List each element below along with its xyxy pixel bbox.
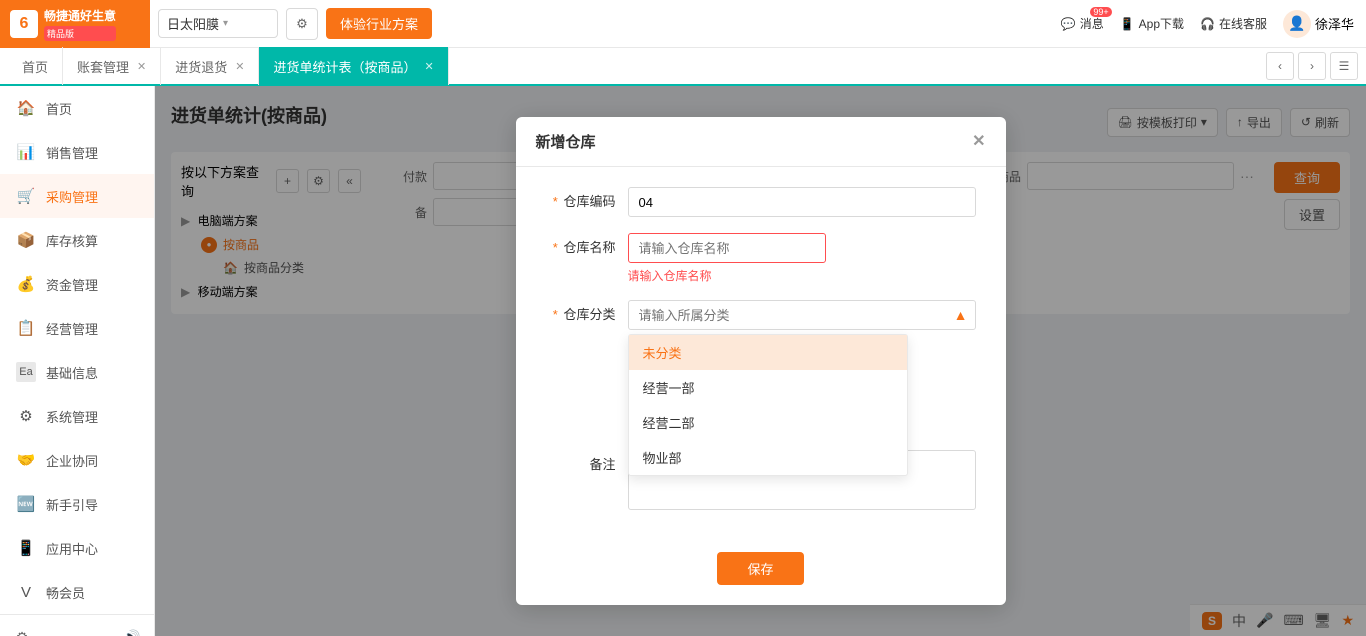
- finance-icon: 💰: [16, 274, 36, 294]
- code-form-row: * 仓库编码: [546, 187, 976, 217]
- tab-close-purchase-stats[interactable]: ✕: [425, 60, 434, 73]
- category-form-row: * 仓库分类 ▲ 未分类 经营一部 经营二部 物业部: [546, 300, 976, 330]
- basic-info-icon: Ea: [16, 362, 36, 382]
- sidebar-item-purchase[interactable]: 🛒 采购管理: [0, 174, 154, 218]
- logo-icon: 6: [10, 10, 38, 38]
- message-button[interactable]: 💬 99+ 消息: [1061, 15, 1104, 32]
- sidebar-item-operations[interactable]: 📋 经营管理: [0, 306, 154, 350]
- logo-text: 畅捷通好生意 精品版: [44, 7, 116, 41]
- category-dropdown: 未分类 经营一部 经营二部 物业部: [628, 334, 908, 476]
- vip-icon: V: [16, 582, 36, 602]
- guide-icon: 🆕: [16, 494, 36, 514]
- dropdown-item-ops1[interactable]: 经营一部: [629, 370, 907, 405]
- gear-button[interactable]: ⚙: [286, 8, 318, 40]
- category-input[interactable]: [628, 300, 976, 330]
- tab-close-account[interactable]: ✕: [137, 60, 146, 73]
- tab-close-purchase-return[interactable]: ✕: [235, 60, 244, 73]
- content-area: 进货单统计(按商品) 🖨 按模板打印 ▾ ↑ 导出 ↺ 刷新: [155, 86, 1366, 636]
- purchase-icon: 🛒: [16, 186, 36, 206]
- operations-icon: 📋: [16, 318, 36, 338]
- modal-overlay: 新增仓库 ✕ * 仓库编码: [155, 86, 1366, 636]
- modal-body: * 仓库编码 * 仓库名称: [516, 167, 1006, 542]
- header-right: 💬 99+ 消息 📱 App下载 🎧 在线客服 👤 徐泽华: [1061, 10, 1354, 38]
- volume-icon[interactable]: 🔊: [120, 625, 144, 636]
- system-icon: ⚙: [16, 406, 36, 426]
- sidebar-item-system[interactable]: ⚙ 系统管理: [0, 394, 154, 438]
- notification-badge: 99+: [1090, 7, 1111, 17]
- sidebar-item-guide[interactable]: 🆕 新手引导: [0, 482, 154, 526]
- top-header: 6 畅捷通好生意 精品版 日太阳膜 ▾ ⚙ 体验行业方案 💬 99+ 消息 📱 …: [0, 0, 1366, 48]
- dropdown-item-property[interactable]: 物业部: [629, 440, 907, 475]
- category-select-wrapper: ▲: [628, 300, 976, 330]
- modal-close-button[interactable]: ✕: [972, 134, 985, 150]
- sidebar: 🏠 首页 📊 销售管理 🛒 采购管理 📦 库存核算 💰 资金管理 📋 经营管理 …: [0, 86, 155, 636]
- category-label: * 仓库分类: [546, 300, 616, 330]
- app-icon: 📱: [16, 538, 36, 558]
- sidebar-item-basic-info[interactable]: Ea 基础信息: [0, 350, 154, 394]
- home-icon: 🏠: [16, 98, 36, 118]
- tab-purchase-return[interactable]: 进货退货 ✕: [161, 47, 259, 85]
- modal-title: 新增仓库: [536, 131, 596, 152]
- name-error-container: 请输入仓库名称: [546, 267, 712, 284]
- name-form-row: * 仓库名称 请输入仓库名称: [546, 233, 976, 284]
- chevron-up-icon[interactable]: ▲: [954, 307, 968, 323]
- sidebar-item-enterprise[interactable]: 🤝 企业协同: [0, 438, 154, 482]
- code-label: * 仓库编码: [546, 187, 616, 217]
- dropdown-item-uncategorized[interactable]: 未分类: [629, 335, 907, 370]
- tab-purchase-stats[interactable]: 进货单统计表（按商品） ✕: [259, 47, 448, 85]
- gear-icon: ⚙: [296, 16, 308, 32]
- notes-label: 备注: [546, 450, 616, 480]
- tab-bar: 首页 账套管理 ✕ 进货退货 ✕ 进货单统计表（按商品） ✕ ‹ › ☰: [0, 48, 1366, 86]
- sidebar-item-finance[interactable]: 💰 资金管理: [0, 262, 154, 306]
- sidebar-bottom: ⚙ 🔊: [0, 614, 154, 636]
- modal-footer: 保存: [516, 542, 1006, 605]
- new-warehouse-modal: 新增仓库 ✕ * 仓库编码: [516, 117, 1006, 605]
- name-input[interactable]: [628, 233, 826, 263]
- name-label: * 仓库名称: [546, 233, 616, 263]
- online-service-button[interactable]: 🎧 在线客服: [1200, 15, 1267, 32]
- logo-area[interactable]: 6 畅捷通好生意 精品版: [0, 0, 150, 48]
- sidebar-item-vip[interactable]: V 畅会员: [0, 570, 154, 614]
- inventory-icon: 📦: [16, 230, 36, 250]
- user-area[interactable]: 👤 徐泽华: [1283, 10, 1354, 38]
- dropdown-item-ops2[interactable]: 经营二部: [629, 405, 907, 440]
- sales-icon: 📊: [16, 142, 36, 162]
- tab-right-buttons: ‹ › ☰: [1266, 52, 1358, 80]
- tab-next-button[interactable]: ›: [1298, 52, 1326, 80]
- chevron-down-icon: ▾: [223, 18, 228, 29]
- message-icon: 💬: [1061, 17, 1076, 31]
- modal-header: 新增仓库 ✕: [516, 117, 1006, 167]
- main-layout: 🏠 首页 📊 销售管理 🛒 采购管理 📦 库存核算 💰 资金管理 📋 经营管理 …: [0, 86, 1366, 636]
- save-button[interactable]: 保存: [717, 552, 803, 585]
- phone-icon: 📱: [1120, 17, 1135, 31]
- settings-bottom-icon[interactable]: ⚙: [10, 625, 34, 636]
- sidebar-item-sales[interactable]: 📊 销售管理: [0, 130, 154, 174]
- tab-prev-button[interactable]: ‹: [1266, 52, 1294, 80]
- headset-icon: 🎧: [1200, 17, 1215, 31]
- store-selector[interactable]: 日太阳膜 ▾: [158, 9, 278, 38]
- tab-menu-button[interactable]: ☰: [1330, 52, 1358, 80]
- avatar: 👤: [1283, 10, 1311, 38]
- code-input[interactable]: [628, 187, 976, 217]
- trial-button[interactable]: 体验行业方案: [326, 8, 432, 39]
- name-error-tip: 请输入仓库名称: [628, 269, 712, 283]
- sidebar-item-inventory[interactable]: 📦 库存核算: [0, 218, 154, 262]
- sidebar-item-home[interactable]: 🏠 首页: [0, 86, 154, 130]
- app-download-button[interactable]: 📱 App下载: [1120, 15, 1184, 32]
- sidebar-item-app[interactable]: 📱 应用中心: [0, 526, 154, 570]
- tab-home[interactable]: 首页: [8, 47, 63, 85]
- tab-account[interactable]: 账套管理 ✕: [63, 47, 161, 85]
- enterprise-icon: 🤝: [16, 450, 36, 470]
